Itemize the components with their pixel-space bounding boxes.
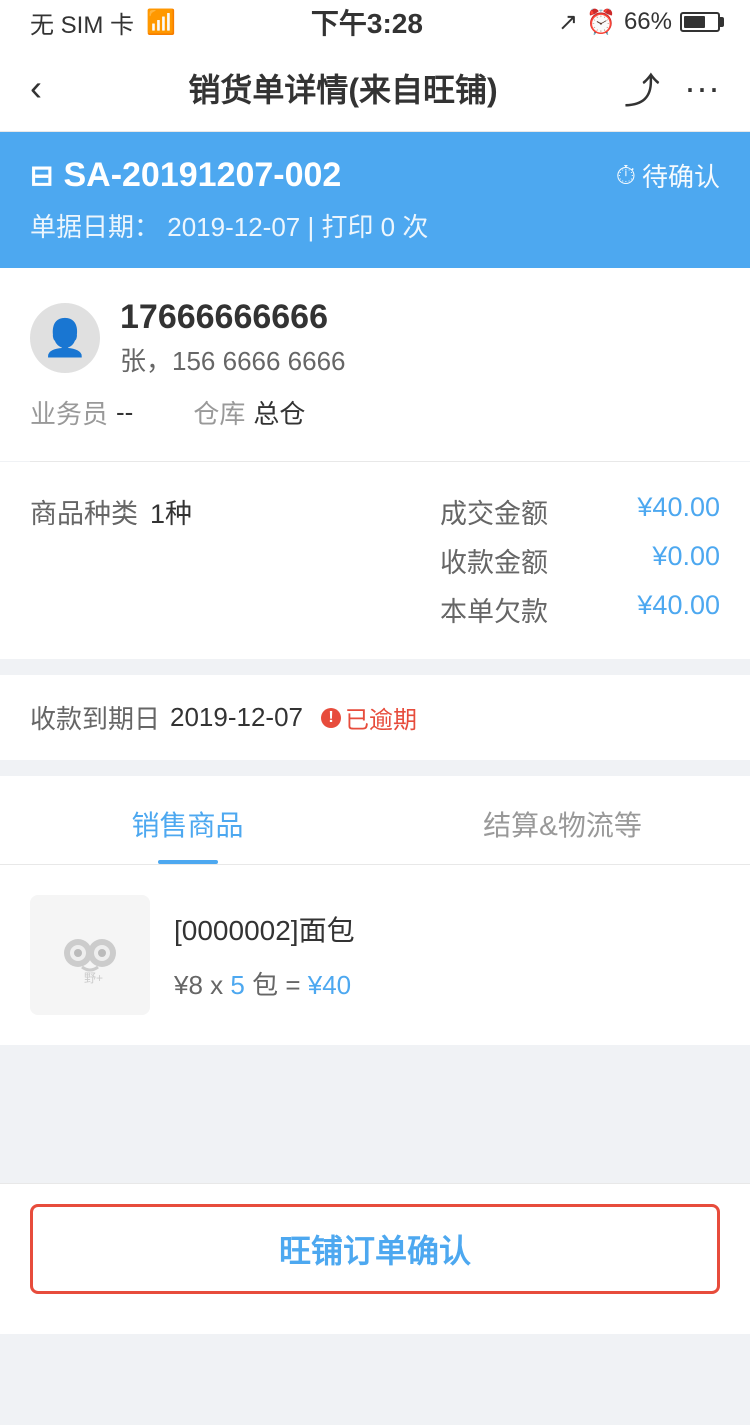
share-button[interactable]: ⤴ [624,62,660,114]
product-type-value: 1种 [150,492,192,531]
back-button[interactable]: ‹ [30,67,42,109]
order-number: ⊟ SA-20191207-002 [30,156,341,195]
overdue-date: 2019-12-07 [170,702,303,733]
summary-row: 商品种类 1种 成交金额 ¥40.00 收款金额 ¥0.00 本单欠款 ¥40.… [30,492,720,629]
avatar-icon: 👤 [43,317,88,359]
order-icon: ⊟ [30,159,53,192]
amount-value-2: ¥40.00 [637,590,720,629]
overdue-label: 收款到期日 [30,699,160,736]
print-text: | 打印 0 次 [307,212,428,242]
amount-value-1: ¥0.00 [652,541,720,580]
overdue-text: 已逾期 [345,700,417,735]
price-equals: = [285,970,307,1000]
summary-left: 商品种类 1种 [30,492,192,531]
product-logo-icon: 野+ [50,925,130,985]
tabs-bar: 销售商品 结算&物流等 [0,776,750,865]
overdue-badge: ! 已逾期 [321,700,417,735]
customer-card: 👤 17666666666 张，156 6666 6666 业务员 -- 仓库 … [0,268,750,461]
order-number-text: SA-20191207-002 [63,156,341,195]
customer-info: 17666666666 张，156 6666 6666 [120,298,346,378]
product-price: ¥8 x 5 包 = ¥40 [174,965,720,1002]
amount-label-1: 收款金额 [440,541,548,580]
customer-meta: 业务员 -- 仓库 总仓 [30,394,720,431]
header-banner: ⊟ SA-20191207-002 ⏱ 待确认 单据日期： 2019-12-07… [0,132,750,268]
product-list: 野+ [0000002]面包 ¥8 x 5 包 = ¥40 [0,865,750,1045]
tab-sales-label: 销售商品 [131,810,243,841]
customer-phone: 17666666666 [120,298,346,337]
amount-label-0: 成交金额 [440,492,548,531]
battery-bar [680,12,720,32]
date-value: 2019-12-07 [167,212,300,242]
price-multiply: x [210,970,230,1000]
status-text: 待确认 [642,157,720,194]
tab-sales-products[interactable]: 销售商品 [0,776,375,864]
location-icon: ↗ [558,8,578,37]
product-total: ¥40 [308,970,351,1000]
product-thumbnail: 野+ [30,895,150,1015]
confirm-order-button[interactable]: 旺铺订单确认 [30,1204,720,1294]
bottom-bar: 旺铺订单确认 [0,1183,750,1334]
overdue-dot-icon: ! [321,708,341,728]
summary-card: 商品种类 1种 成交金额 ¥40.00 收款金额 ¥0.00 本单欠款 ¥40.… [0,462,750,659]
battery-fill [684,16,705,28]
date-label: 单据日期： [30,212,160,242]
amount-row-0: 成交金额 ¥40.00 [440,492,720,531]
sales-meta: 业务员 -- [30,394,133,431]
sales-value: -- [116,397,133,428]
status-time: 下午3:28 [311,2,423,42]
warehouse-label: 仓库 [193,394,245,431]
price-unit: 包 [252,970,278,1000]
status-bar: 无 SIM 卡 📶 下午3:28 ↗ ⏰ 66% [0,0,750,44]
carrier-text: 无 SIM 卡 [30,5,134,40]
avatar: 👤 [30,303,100,373]
amount-label-2: 本单欠款 [440,590,548,629]
product-name: [0000002]面包 [174,909,720,949]
product-qty: 5 [230,970,244,1000]
summary-right: 成交金额 ¥40.00 收款金额 ¥0.00 本单欠款 ¥40.00 [440,492,720,629]
more-button[interactable]: ··· [684,67,720,109]
divider-2 [0,760,750,776]
tab-settlement[interactable]: 结算&物流等 [375,776,750,864]
svg-text:野+: 野+ [84,971,103,985]
battery-text: 66% [624,8,672,36]
status-clock-icon: ⏱ [616,160,636,192]
product-type-label: 商品种类 [30,492,138,531]
nav-bar: ‹ 销货单详情(来自旺铺) ⤴ ··· [0,44,750,132]
tab-settlement-label: 结算&物流等 [483,810,642,841]
product-item: 野+ [0000002]面包 ¥8 x 5 包 = ¥40 [0,865,750,1045]
customer-name: 张，156 6666 6666 [120,341,346,378]
status-left: 无 SIM 卡 📶 [30,5,176,40]
order-status: ⏱ 待确认 [616,157,720,194]
amount-row-2: 本单欠款 ¥40.00 [440,590,720,629]
status-right: ↗ ⏰ 66% [558,8,720,37]
alarm-icon: ⏰ [586,8,616,37]
warehouse-meta: 仓库 总仓 [193,394,305,431]
nav-actions: ⤴ ··· [624,62,720,114]
overdue-card: 收款到期日 2019-12-07 ! 已逾期 [0,675,750,760]
amount-row-1: 收款金额 ¥0.00 [440,541,720,580]
price-amount: ¥8 [174,970,203,1000]
product-info: [0000002]面包 ¥8 x 5 包 = ¥40 [174,909,720,1002]
amount-value-0: ¥40.00 [637,492,720,531]
divider-1 [0,659,750,675]
header-top: ⊟ SA-20191207-002 ⏱ 待确认 [30,156,720,195]
page-title: 销货单详情(来自旺铺) [62,65,624,111]
sales-label: 业务员 [30,394,108,431]
customer-top: 👤 17666666666 张，156 6666 6666 [30,298,720,378]
wifi-icon: 📶 [146,8,176,37]
header-sub: 单据日期： 2019-12-07 | 打印 0 次 [30,207,720,244]
warehouse-value: 总仓 [253,394,305,431]
